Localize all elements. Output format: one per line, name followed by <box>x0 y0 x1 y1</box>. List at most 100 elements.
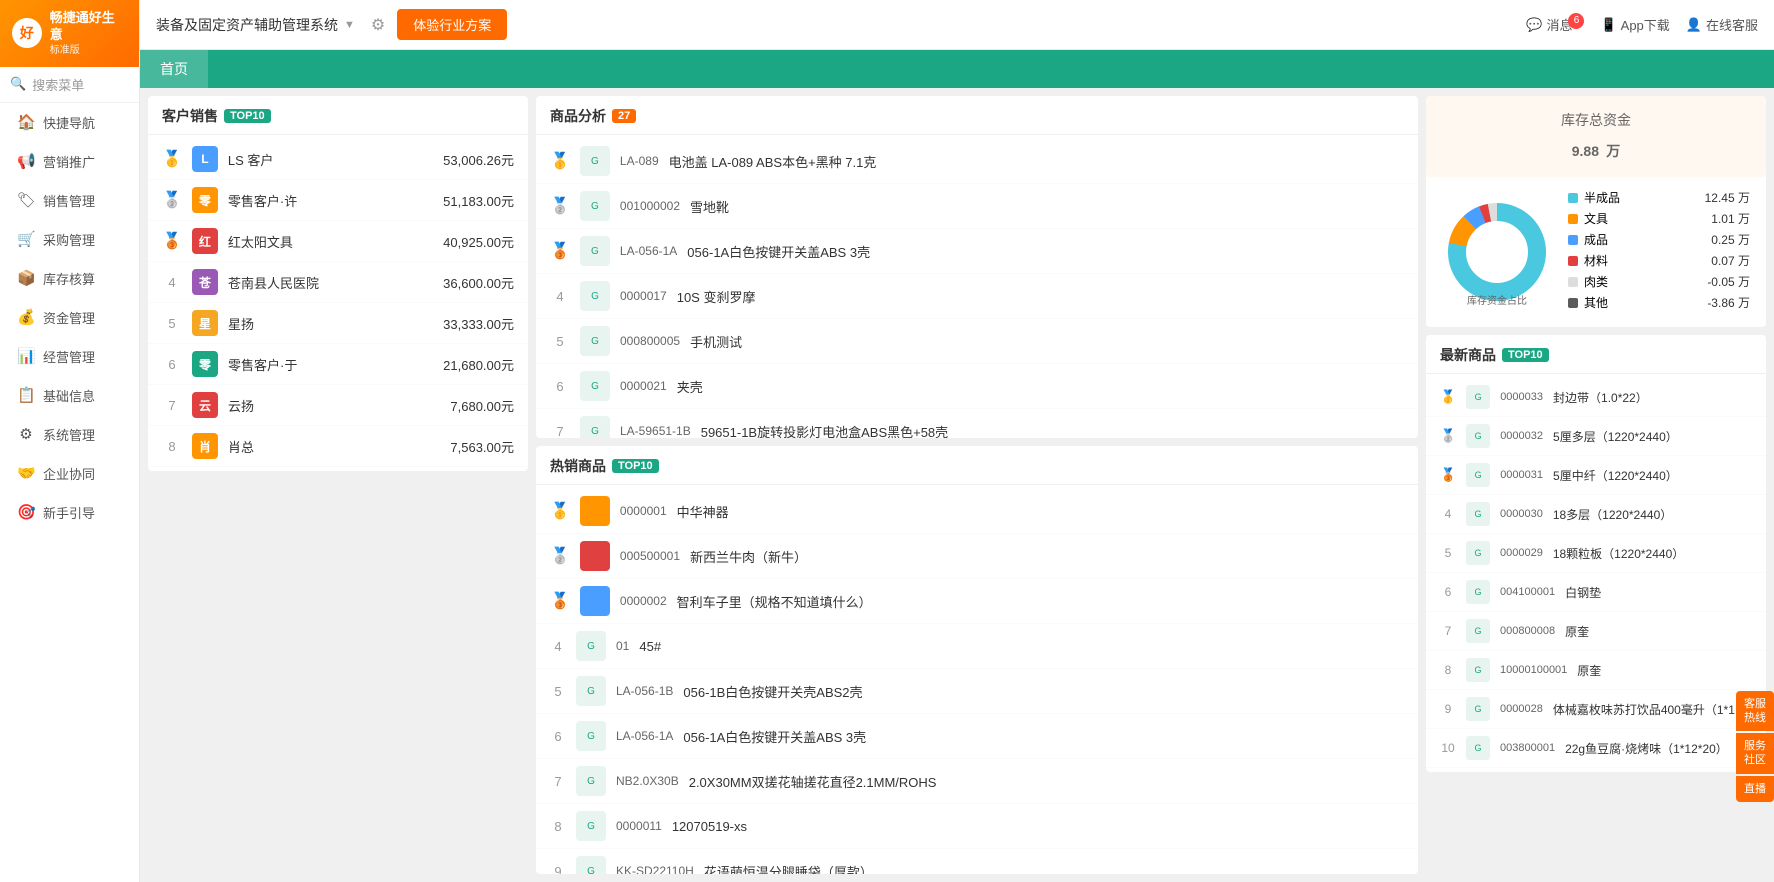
new-product-name: 体械嘉枚味苏打饮品400毫升（1*15） <box>1553 701 1752 718</box>
new-product-name: 5厘中纤（1220*2440） <box>1553 467 1752 484</box>
topbar: 装备及固定资产辅助管理系统 ▼ ⚙ 体验行业方案 💬 消息 6 📱 App下载 … <box>140 0 1774 50</box>
message-button[interactable]: 💬 消息 6 <box>1526 15 1584 34</box>
product-img-placeholder: G <box>580 416 610 438</box>
inventory-total-value: 9.88 万 <box>1442 132 1750 163</box>
product-code: LA-089 <box>620 154 659 168</box>
new-product-item: 9 G 0000028 体械嘉枚味苏打饮品400毫升（1*15） <box>1426 690 1766 729</box>
customer-rank-item: 5 星 星扬 33,333.00元 <box>148 303 528 344</box>
medal-icon: 🥉 <box>162 231 182 251</box>
system-icon: ⚙ <box>17 425 35 443</box>
product-img-placeholder: G <box>576 676 606 706</box>
new-product-item: 5 G 0000029 18颗粒板（1220*2440） <box>1426 534 1766 573</box>
legend-item: 材料 0.07 万 <box>1568 252 1750 269</box>
product-name: 12070519-xs <box>672 819 1404 834</box>
new-product-code: 004100001 <box>1500 586 1555 598</box>
new-product-name: 原奎 <box>1577 662 1752 679</box>
product-rank-item: 🥇 G LA-089 电池盖 LA-089 ABS本色+黑种 7.1克 <box>536 139 1418 184</box>
customer-rank-item: 6 零 零售客户·于 21,680.00元 <box>148 344 528 385</box>
sidebar-item-home[interactable]: 🏠 快捷导航 <box>0 103 139 142</box>
mid-panel: 商品分析 27 🥇 G LA-089 电池盖 LA-089 ABS本色+黑种 7… <box>536 96 1418 874</box>
topbar-right: 💬 消息 6 📱 App下载 👤 在线客服 <box>1526 15 1758 34</box>
float-service-btn[interactable]: 客服热线 <box>1736 691 1774 732</box>
inventory-total: 库存总资金 9.88 万 <box>1426 96 1766 177</box>
legend-label: 材料 <box>1584 252 1608 269</box>
rank-number: 4 <box>1440 507 1456 521</box>
customer-rank-item: 🥈 零 零售客户·许 51,183.00元 <box>148 180 528 221</box>
sys-name-text: 装备及固定资产辅助管理系统 <box>156 15 338 35</box>
trial-button[interactable]: 体验行业方案 <box>397 9 507 40</box>
message-icon: 💬 <box>1526 17 1542 33</box>
customer-rank-badge: TOP10 <box>224 109 271 123</box>
main-area: 装备及固定资产辅助管理系统 ▼ ⚙ 体验行业方案 💬 消息 6 📱 App下载 … <box>140 0 1774 882</box>
rank-number: 6 <box>550 379 570 394</box>
sidebar-item-guide[interactable]: 🎯 新手引导 <box>0 493 139 532</box>
rank-value: 40,925.00元 <box>443 232 514 251</box>
nav-label: 基础信息 <box>43 386 95 405</box>
rank-number: 9 <box>550 864 566 874</box>
product-name: 10S 变刹罗摩 <box>677 287 1404 306</box>
newest-products-card: 最新商品 TOP10 🥇 G 0000033 封边带（1.0*22） 🥈 G 0… <box>1426 335 1766 772</box>
sidebar-item-operations[interactable]: 📊 经营管理 <box>0 337 139 376</box>
product-name: 雪地靴 <box>690 197 1404 216</box>
rank-number: 4 <box>162 275 182 290</box>
nav-label: 快捷导航 <box>43 113 95 132</box>
legend-item: 肉类 -0.05 万 <box>1568 273 1750 290</box>
sidebar-item-sales[interactable]: 🏷 销售管理 <box>0 181 139 220</box>
online-service-label: 在线客服 <box>1706 15 1758 34</box>
rank-name: 苍南县人民医院 <box>228 273 433 292</box>
search-label: 搜索菜单 <box>32 75 84 94</box>
settings-icon[interactable]: ⚙ <box>371 15 385 35</box>
new-product-thumbnail: G <box>1466 541 1490 565</box>
product-code: LA-056-1A <box>620 244 677 258</box>
tab-home[interactable]: 首页 <box>140 50 208 88</box>
sidebar-item-info[interactable]: 📋 基础信息 <box>0 376 139 415</box>
tab-bar: 首页 <box>140 50 1774 88</box>
info-icon: 📋 <box>17 386 35 404</box>
hot-products-list: 🥇 0000001 中华神器 🥈 000500001 新西兰牛肉（新牛） 🥉 0… <box>536 485 1418 874</box>
new-product-thumbnail: G <box>1466 424 1490 448</box>
rank-number: 7 <box>550 424 570 439</box>
new-product-item: 🥇 G 0000033 封边带（1.0*22） <box>1426 378 1766 417</box>
float-live-btn[interactable]: 直播 <box>1736 776 1774 802</box>
product-name: 45# <box>639 639 1404 654</box>
legend-dot <box>1568 235 1578 245</box>
product-code: 0000001 <box>620 504 667 518</box>
hot-product-item: 7 G NB2.0X30B 2.0X30MM双搓花轴搓花直径2.1MM/ROHS <box>536 759 1418 804</box>
nav-label: 采购管理 <box>43 230 95 249</box>
inventory-total-label: 库存总资金 <box>1442 110 1750 130</box>
product-code: 001000002 <box>620 199 680 213</box>
online-service-button[interactable]: 👤 在线客服 <box>1686 15 1758 34</box>
new-product-code: 0000029 <box>1500 547 1543 559</box>
rank-avatar: 星 <box>192 310 218 336</box>
legend-label: 肉类 <box>1584 273 1608 290</box>
search-menu[interactable]: 🔍 搜索菜单 <box>0 67 139 103</box>
app-download-button[interactable]: 📱 App下载 <box>1600 15 1669 34</box>
customer-rank-item: 4 苍 苍南县人民医院 36,600.00元 <box>148 262 528 303</box>
legend-label: 文具 <box>1584 210 1608 227</box>
rank-value: 7,563.00元 <box>450 437 514 456</box>
sidebar-item-purchase[interactable]: 🛒 采购管理 <box>0 220 139 259</box>
new-product-name: 18多层（1220*2440） <box>1553 506 1752 523</box>
legend-label: 成品 <box>1584 231 1608 248</box>
hot-product-item: 8 G 0000011 12070519-xs <box>536 804 1418 849</box>
nav-label: 企业协同 <box>43 464 95 483</box>
product-name: 智利车子里（规格不知道填什么） <box>677 592 1404 611</box>
product-name: 056-1A白色按键开关盖ABS 3壳 <box>687 242 1404 261</box>
product-rank-list: 🥇 G LA-089 电池盖 LA-089 ABS本色+黑种 7.1克 🥈 G … <box>536 135 1418 438</box>
new-product-item: 7 G 000800008 原奎 <box>1426 612 1766 651</box>
rank-avatar: L <box>192 146 218 172</box>
product-img-placeholder: G <box>580 191 610 221</box>
product-rank-title: 商品分析 27 <box>550 106 636 126</box>
rank-number: 5 <box>550 334 570 349</box>
sidebar-item-collab[interactable]: 🤝 企业协同 <box>0 454 139 493</box>
sidebar-item-system[interactable]: ⚙ 系统管理 <box>0 415 139 454</box>
product-thumbnail <box>580 586 610 616</box>
newest-products-badge: TOP10 <box>1502 348 1549 362</box>
rank-number: 4 <box>550 289 570 304</box>
legend-value: 12.45 万 <box>1705 189 1750 206</box>
sidebar-item-finance[interactable]: 💰 资金管理 <box>0 298 139 337</box>
sidebar-item-inventory[interactable]: 📦 库存核算 <box>0 259 139 298</box>
sidebar-item-marketing[interactable]: 📢 营销推广 <box>0 142 139 181</box>
float-community-btn[interactable]: 服务社区 <box>1736 733 1774 774</box>
customer-rank-title-text: 客户销售 <box>162 106 218 126</box>
